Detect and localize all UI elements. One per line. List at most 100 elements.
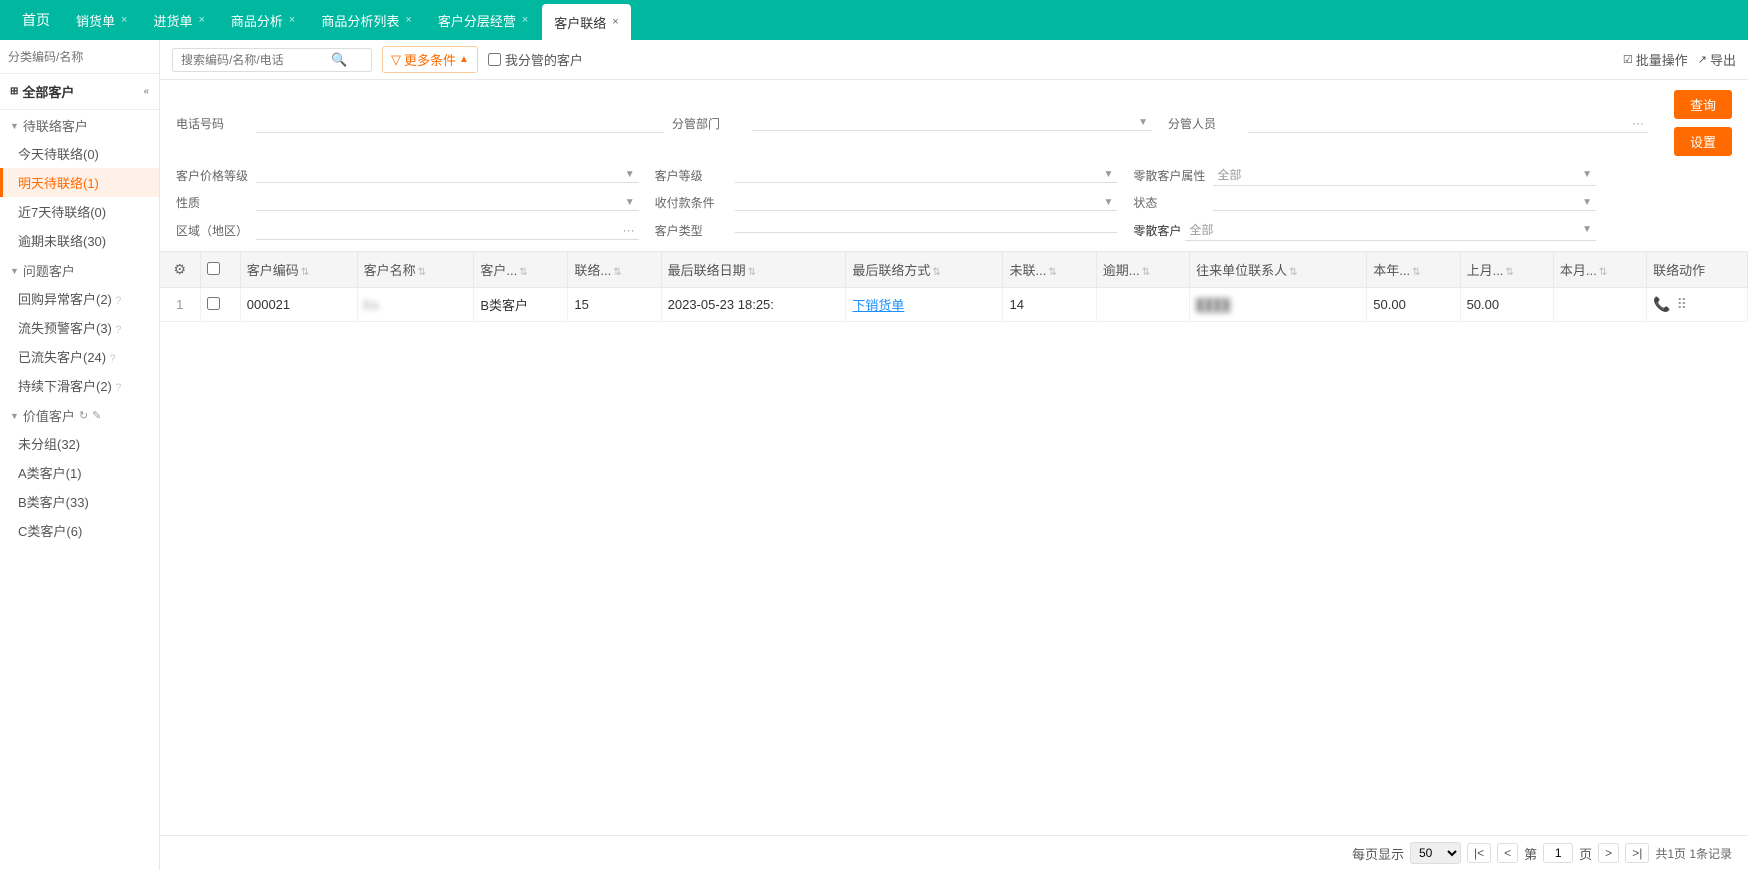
last-page-button[interactable]: >|: [1625, 843, 1649, 863]
retail-attr-select[interactable]: 全部 ▼: [1213, 164, 1596, 186]
dept-select[interactable]: ▼: [752, 115, 1152, 131]
search-input-wrap[interactable]: 🔍: [172, 48, 372, 72]
col-overdue[interactable]: 逾期...⇅: [1096, 252, 1189, 288]
col-code[interactable]: 客户编码⇅: [240, 252, 357, 288]
close-sales-order-icon[interactable]: ×: [121, 14, 127, 26]
phone-input[interactable]: [256, 114, 664, 133]
col-last-month[interactable]: 上月...⇅: [1460, 252, 1553, 288]
sidebar-item-overdue[interactable]: 逾期未联络(30): [0, 226, 159, 255]
per-page-select[interactable]: 50 100 200: [1410, 842, 1461, 864]
close-customer-contact-icon[interactable]: ×: [612, 16, 618, 28]
manager-dots-icon[interactable]: ···: [1632, 116, 1644, 130]
sidebar-search-input[interactable]: [8, 50, 160, 64]
sidebar-item-tomorrow[interactable]: 明天待联络(1): [0, 168, 159, 197]
close-customer-layering-icon[interactable]: ×: [522, 14, 528, 26]
refresh-icon[interactable]: ↻: [79, 409, 88, 422]
my-customers-checkbox-area[interactable]: 我分管的客户: [488, 50, 583, 69]
nav-product-analysis-list[interactable]: 商品分析列表 ×: [309, 0, 423, 40]
action-menu-icon[interactable]: ⠿: [1677, 296, 1687, 313]
sidebar-item-class-a[interactable]: A类客户(1): [0, 458, 159, 487]
sidebar-group-value[interactable]: 价值客户 ↻ ✎: [0, 400, 159, 429]
action-phone-icon[interactable]: 📞: [1653, 296, 1670, 313]
nav-customer-layering[interactable]: 客户分层经营 ×: [426, 0, 540, 40]
nav-customer-contact[interactable]: 客户联络 ×: [542, 4, 630, 40]
search-bar-icon[interactable]: 🔍: [331, 52, 347, 68]
close-purchase-order-icon[interactable]: ×: [198, 14, 204, 26]
nav-sales-order[interactable]: 销货单 ×: [64, 0, 139, 40]
last-contact-method-link[interactable]: 下销货单: [852, 298, 904, 313]
col-name[interactable]: 客户名称⇅: [357, 252, 474, 288]
col-this-month[interactable]: 本月...⇅: [1553, 252, 1646, 288]
sort-this-year-icon[interactable]: ⇅: [1412, 267, 1420, 278]
row-last-contact-method[interactable]: 下销货单: [846, 288, 1003, 322]
sort-method-icon[interactable]: ⇅: [932, 267, 940, 278]
nav-product-analysis[interactable]: 商品分析 ×: [219, 0, 307, 40]
sort-type-icon[interactable]: ⇅: [519, 267, 527, 278]
sort-this-month-icon[interactable]: ⇅: [1599, 267, 1607, 278]
status-select[interactable]: ▼: [1213, 195, 1596, 211]
filter-status: 状态 ▼: [1133, 194, 1612, 211]
sidebar-item-abnormal-repurchase[interactable]: 回购异常客户(2) ?: [0, 284, 159, 313]
payment-select[interactable]: ▼: [735, 195, 1118, 211]
col-this-year[interactable]: 本年...⇅: [1367, 252, 1460, 288]
sidebar-group-pending[interactable]: 待联络客户: [0, 110, 159, 139]
sidebar-all-customers[interactable]: ⊞ 全部客户 «: [0, 74, 159, 110]
nav-home[interactable]: 首页: [10, 0, 62, 40]
price-level-select[interactable]: ▼: [256, 167, 639, 183]
column-setting-icon[interactable]: ⚙: [173, 261, 186, 277]
sidebar-group-problem[interactable]: 问题客户: [0, 255, 159, 284]
col-contact-person[interactable]: 往来单位联系人⇅: [1190, 252, 1367, 288]
col-contact-count[interactable]: 联络...⇅: [568, 252, 661, 288]
col-customer-type[interactable]: 客户...⇅: [474, 252, 568, 288]
sidebar-item-churned[interactable]: 已流失客户(24) ?: [0, 342, 159, 371]
reset-button[interactable]: 设置: [1674, 127, 1732, 156]
sidebar-item-class-c[interactable]: C类客户(6): [0, 516, 159, 545]
sidebar-item-7days[interactable]: 近7天待联络(0): [0, 197, 159, 226]
close-product-analysis-icon[interactable]: ×: [289, 14, 295, 26]
query-button[interactable]: 查询: [1674, 90, 1732, 119]
manager-select[interactable]: ···: [1248, 114, 1648, 133]
sidebar-item-today[interactable]: 今天待联络(0): [0, 139, 159, 168]
close-product-analysis-list-icon[interactable]: ×: [405, 14, 411, 26]
prev-page-button[interactable]: <: [1497, 843, 1518, 863]
region-select[interactable]: ···: [256, 221, 639, 240]
search-input[interactable]: [181, 53, 331, 67]
sort-last-month-icon[interactable]: ⇅: [1505, 267, 1513, 278]
more-filter-button[interactable]: ▽ 更多条件 ▲: [382, 46, 478, 73]
batch-operation-button[interactable]: ☑ 批量操作: [1623, 50, 1688, 69]
row-checkbox-cell[interactable]: [200, 288, 240, 322]
col-last-contact-method[interactable]: 最后联络方式⇅: [846, 252, 1003, 288]
main-layout: 🔍 ⊞ 全部客户 « 待联络客户 今天待联络(0) 明天待联络(1) 近7天待联…: [0, 40, 1748, 870]
sort-contact-icon[interactable]: ⇅: [613, 267, 621, 278]
customer-type-select[interactable]: [735, 228, 1118, 233]
nav-purchase-order[interactable]: 进货单 ×: [141, 0, 216, 40]
col-last-contact-date[interactable]: 最后联络日期⇅: [661, 252, 846, 288]
sort-uncontacted-icon[interactable]: ⇅: [1048, 267, 1056, 278]
sort-person-icon[interactable]: ⇅: [1289, 267, 1297, 278]
sidebar-item-churn-warning[interactable]: 流失预警客户(3) ?: [0, 313, 159, 342]
col-uncontacted[interactable]: 未联...⇅: [1003, 252, 1096, 288]
sidebar-item-declining[interactable]: 持续下滑客户(2) ?: [0, 371, 159, 400]
filter-nature: 性质 ▼: [176, 194, 655, 211]
col-checkbox[interactable]: [200, 252, 240, 288]
sort-date-icon[interactable]: ⇅: [748, 267, 756, 278]
sort-overdue-icon[interactable]: ⇅: [1142, 267, 1150, 278]
page-number-input[interactable]: [1543, 843, 1573, 863]
next-page-button[interactable]: >: [1598, 843, 1619, 863]
region-dots-icon[interactable]: ···: [623, 223, 635, 237]
nature-select[interactable]: ▼: [256, 195, 639, 211]
my-customers-checkbox[interactable]: [488, 53, 501, 66]
sidebar-item-ungrouped[interactable]: 未分组(32): [0, 429, 159, 458]
edit-icon[interactable]: ✎: [92, 409, 101, 422]
sort-name-icon[interactable]: ⇅: [418, 267, 426, 278]
customer-level-select[interactable]: ▼: [735, 167, 1118, 183]
col-setting[interactable]: ⚙: [160, 252, 200, 288]
select-all-checkbox[interactable]: [207, 262, 220, 275]
retail-customer-select[interactable]: 全部 ▼: [1185, 219, 1596, 241]
first-page-button[interactable]: |<: [1467, 843, 1491, 863]
sidebar-collapse-icon[interactable]: «: [143, 86, 149, 97]
sidebar-item-class-b[interactable]: B类客户(33): [0, 487, 159, 516]
export-button[interactable]: ↗ 导出: [1698, 50, 1736, 69]
row-checkbox[interactable]: [207, 297, 220, 310]
sort-code-icon[interactable]: ⇅: [301, 267, 309, 278]
